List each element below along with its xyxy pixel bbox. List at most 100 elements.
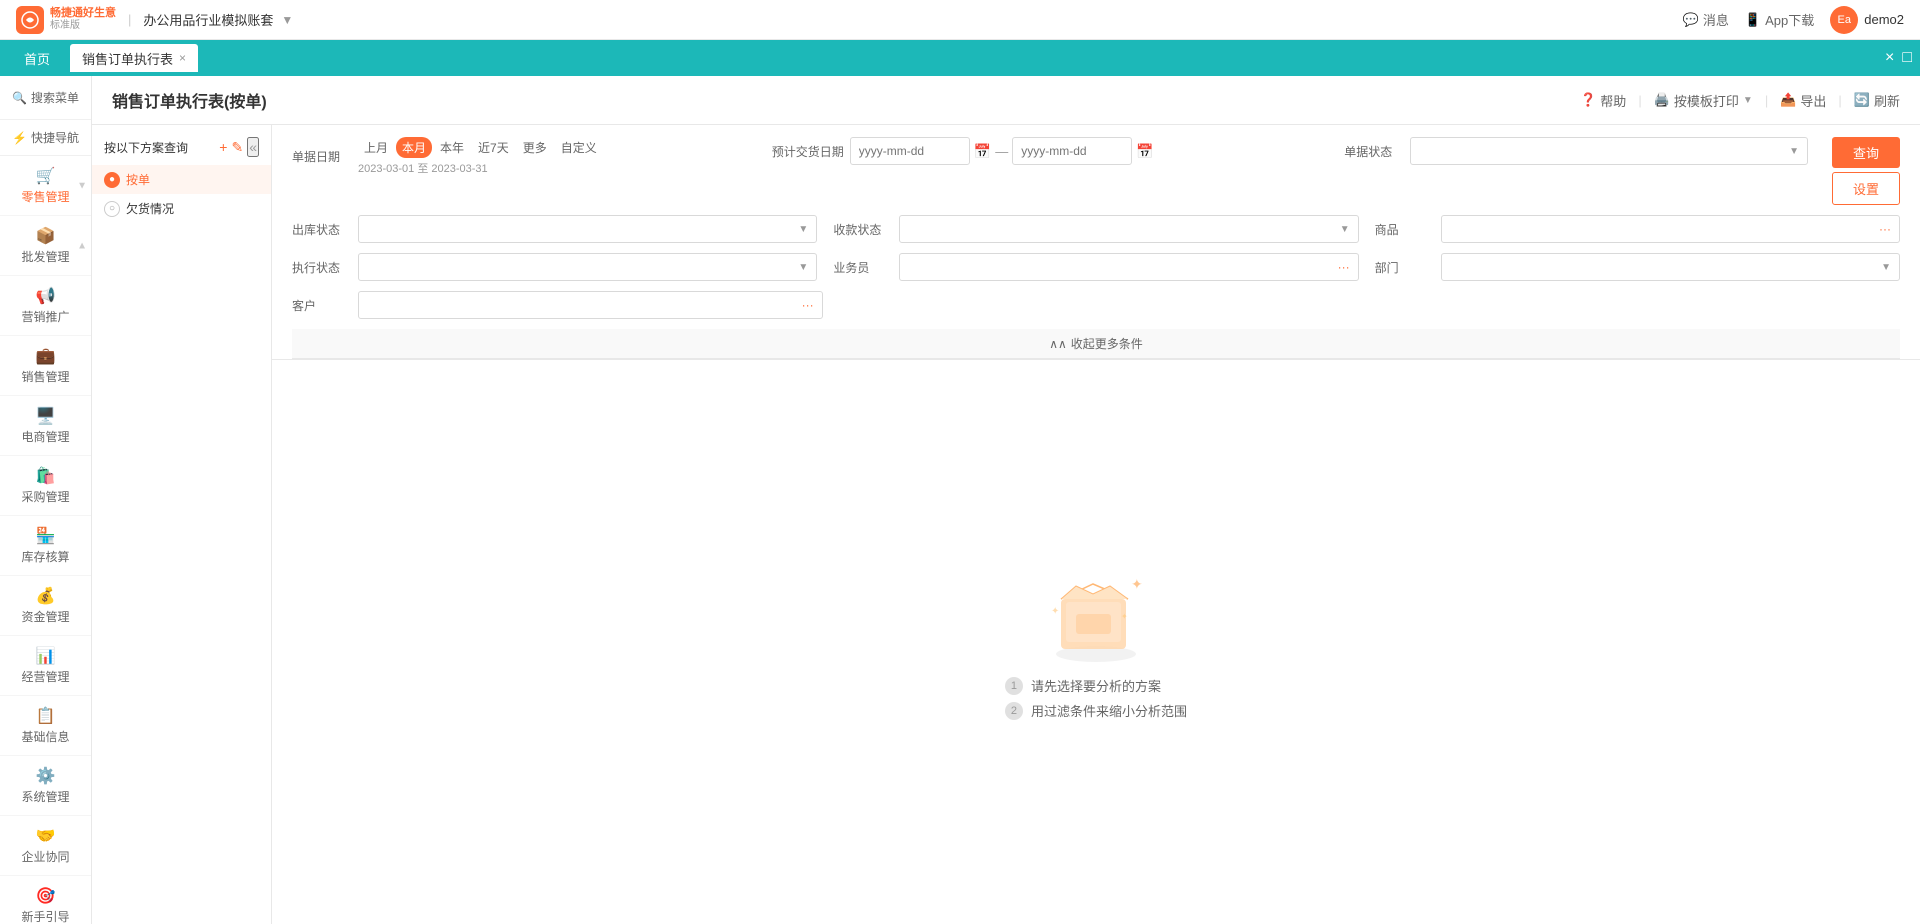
empty-svg: ✦ ✦ ✦ (1036, 564, 1156, 664)
divider2: | (1765, 93, 1768, 108)
left-panel-title: 按以下方案查询 (104, 139, 188, 156)
window-maximize-button[interactable]: □ (1902, 49, 1912, 67)
quick-nav-icon: ⚡ (12, 131, 27, 145)
help-label: 帮助 (1600, 91, 1626, 110)
collapse-button[interactable]: ∧∧ 收起更多条件 (1049, 335, 1143, 352)
scheme-item-order[interactable]: ● 按单 (92, 165, 271, 194)
breadcrumb-title: 办公用品行业模拟账套 (143, 10, 273, 29)
filter-section: 单据日期 上月 本月 本年 近7天 更多 自定义 20 (272, 125, 1920, 360)
chevron-up-icon: ∧∧ (1049, 337, 1067, 351)
chevron-up-icon: ▲ (77, 240, 87, 251)
sidebar-item-wholesale[interactable]: 📦 批发管理 ▲ (0, 216, 91, 276)
quick-nav-button[interactable]: ⚡ 快捷导航 (0, 124, 91, 151)
sidebar-item-enterprise-label: 企业协同 (21, 848, 69, 865)
sidebar-item-basic[interactable]: 📋 基础信息 (0, 696, 91, 756)
scheme-item-backorder[interactable]: ○ 欠货情况 (92, 194, 271, 223)
sidebar-item-marketing[interactable]: 📢 营销推广 (0, 276, 91, 336)
payment-label: 收款状态 (833, 221, 893, 238)
sidebar-item-inventory[interactable]: 🏪 库存核算 (0, 516, 91, 576)
department-label: 部门 (1375, 259, 1435, 276)
payment-select[interactable]: ▼ (899, 215, 1358, 243)
sidebar-item-operation[interactable]: 📊 经营管理 (0, 636, 91, 696)
print-button[interactable]: 🖨️ 按模板打印 ▼ (1654, 91, 1753, 110)
enterprise-icon: 🤝 (36, 826, 56, 846)
date-range-display: 2023-03-01 至 2023-03-31 (358, 160, 756, 176)
calendar-start-icon[interactable]: 📅 (974, 143, 991, 160)
filter-execution-field: 执行状态 ▼ (292, 253, 817, 281)
sidebar-item-system[interactable]: ⚙️ 系统管理 (0, 756, 91, 816)
tab-active[interactable]: 销售订单执行表 × (70, 44, 198, 72)
empty-tip-1: 1 请先选择要分析的方案 (1005, 676, 1187, 695)
tab-close-icon[interactable]: × (179, 51, 186, 65)
date-tab-custom[interactable]: 自定义 (555, 137, 603, 158)
tip-number-2: 2 (1005, 702, 1023, 720)
sidebar-item-finance[interactable]: 💰 资金管理 (0, 576, 91, 636)
customer-label: 客户 (292, 297, 352, 314)
collapse-panel-button[interactable]: « (247, 137, 259, 157)
tab-home[interactable]: 首页 (8, 44, 66, 72)
svg-text:✦: ✦ (1131, 576, 1143, 592)
sidebar-item-retail[interactable]: 🛒 零售管理 ▼ (0, 156, 91, 216)
shipment-select[interactable]: ▼ (358, 215, 817, 243)
filter-row-2: 出库状态 ▼ 收款状态 ▼ 商品 (292, 215, 1900, 243)
right-content: 单据日期 上月 本月 本年 近7天 更多 自定义 20 (272, 125, 1920, 924)
date-separator: — (995, 144, 1008, 159)
filter-customer-field: 客户 ··· (292, 291, 823, 319)
inventory-icon: 🏪 (36, 526, 56, 546)
sidebar-item-purchase[interactable]: 🛍️ 采购管理 (0, 456, 91, 516)
date-tab-this-month[interactable]: 本月 (396, 137, 432, 158)
date-tab-7days[interactable]: 近7天 (472, 137, 515, 158)
tip-text-1: 请先选择要分析的方案 (1031, 676, 1161, 695)
date-start-input[interactable] (850, 137, 970, 165)
window-close-button[interactable]: × (1885, 49, 1894, 67)
logo-title: 畅捷通好生意 (50, 7, 116, 20)
print-label: 按模板打印 (1674, 91, 1739, 110)
sidebar-item-sales[interactable]: 💼 销售管理 (0, 336, 91, 396)
query-button[interactable]: 查询 (1832, 137, 1900, 168)
help-button[interactable]: ❓ 帮助 (1580, 91, 1626, 110)
date-tab-this-year[interactable]: 本年 (434, 137, 470, 158)
calendar-end-icon[interactable]: 📅 (1136, 143, 1153, 160)
breadcrumb-arrow-icon[interactable]: ▼ (281, 13, 293, 27)
date-tab-last-month[interactable]: 上月 (358, 137, 394, 158)
settings-button[interactable]: 设置 (1832, 172, 1900, 205)
sidebar-item-sales-label: 销售管理 (21, 368, 69, 385)
export-button[interactable]: 📤 导出 (1780, 91, 1826, 110)
date-tab-more[interactable]: 更多 (517, 137, 553, 158)
goods-picker[interactable]: ··· (1441, 215, 1900, 243)
execution-select[interactable]: ▼ (358, 253, 817, 281)
message-action[interactable]: 💬 消息 (1683, 10, 1729, 29)
search-menu-button[interactable]: 🔍 搜索菜单 (8, 84, 83, 111)
sidebar-item-retail-label: 零售管理 (21, 188, 69, 205)
filter-status-field: 单据状态 ▼ (1344, 137, 1808, 165)
edit-scheme-button[interactable]: ✎ (231, 137, 243, 157)
department-select[interactable]: ▼ (1441, 253, 1900, 281)
date-end-input[interactable] (1012, 137, 1132, 165)
app-download-action[interactable]: 📱 App下载 (1745, 10, 1814, 29)
newguide-icon: 🎯 (36, 886, 56, 906)
download-icon: 📱 (1745, 12, 1761, 28)
page-header: 销售订单执行表(按单) ❓ 帮助 | 🖨️ 按模板打印 ▼ | 📤 导出 | (92, 76, 1920, 125)
sidebar-item-enterprise[interactable]: 🤝 企业协同 (0, 816, 91, 876)
wholesale-icon: 📦 (36, 226, 56, 246)
sidebar-item-newguide[interactable]: 🎯 新手引导 (0, 876, 91, 924)
customer-picker[interactable]: ··· (358, 291, 823, 319)
user-info[interactable]: Ea demo2 (1830, 6, 1904, 34)
refresh-button[interactable]: 🔄 刷新 (1854, 91, 1900, 110)
message-label: 消息 (1703, 10, 1729, 29)
empty-tip-2: 2 用过滤条件来缩小分析范围 (1005, 701, 1187, 720)
purchase-icon: 🛍️ (36, 466, 56, 486)
status-select[interactable]: ▼ (1410, 137, 1808, 165)
sidebar-item-ecommerce[interactable]: 🖥️ 电商管理 (0, 396, 91, 456)
tab-bar: 首页 销售订单执行表 × × □ (0, 40, 1920, 76)
page-title: 销售订单执行表(按单) (112, 88, 267, 124)
add-scheme-button[interactable]: + (219, 137, 227, 157)
salesperson-picker[interactable]: ··· (899, 253, 1358, 281)
sidebar-item-newguide-label: 新手引导 (21, 908, 69, 924)
execution-arrow-icon: ▼ (798, 262, 808, 273)
collapse-bar[interactable]: ∧∧ 收起更多条件 (292, 329, 1900, 359)
basic-icon: 📋 (36, 706, 56, 726)
sidebar-item-operation-label: 经营管理 (21, 668, 69, 685)
empty-tips: 1 请先选择要分析的方案 2 用过滤条件来缩小分析范围 (1005, 676, 1187, 720)
content-area: 销售订单执行表(按单) ❓ 帮助 | 🖨️ 按模板打印 ▼ | 📤 导出 | (92, 76, 1920, 924)
